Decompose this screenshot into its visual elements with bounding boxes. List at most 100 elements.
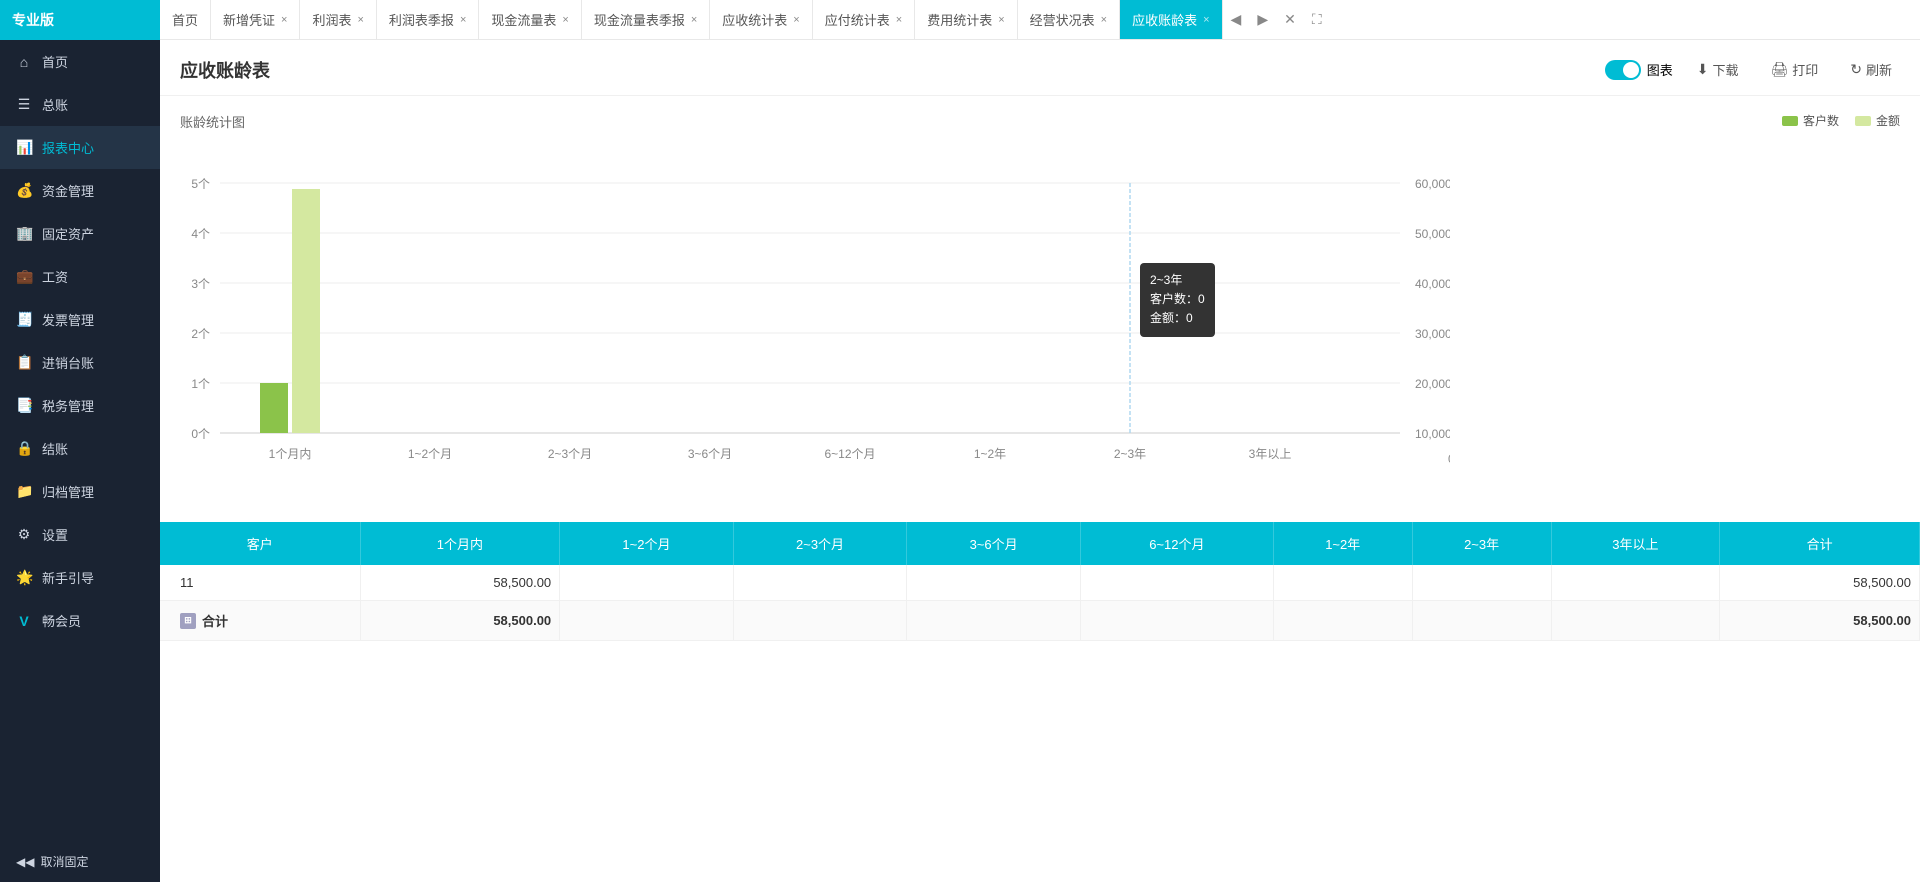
sidebar-item-settings[interactable]: ⚙ 设置 xyxy=(0,513,160,556)
tab-ar-stat[interactable]: 应收统计表 × xyxy=(710,0,812,39)
sidebar-item-payroll[interactable]: 💼 工资 xyxy=(0,255,160,298)
tab-bar: 首页 新增凭证 × 利润表 × 利润表季报 × 现金流量表 × 现金流量表季报 … xyxy=(160,0,1920,40)
sidebar-item-home[interactable]: ⌂ 首页 xyxy=(0,40,160,83)
home-icon: ⌂ xyxy=(16,54,32,70)
tab-expense-close[interactable]: × xyxy=(998,14,1004,26)
settings-icon: ⚙ xyxy=(16,526,32,543)
sidebar-label-archive: 归档管理 xyxy=(42,482,94,501)
tab-cashflow[interactable]: 现金流量表 × xyxy=(479,0,581,39)
tab-voucher[interactable]: 新增凭证 × xyxy=(211,0,300,39)
tab-ar-stat-label: 应收统计表 xyxy=(722,10,787,29)
sidebar-item-vip[interactable]: V 畅会员 xyxy=(0,599,160,642)
chart-container: 账龄统计图 客户数 金额 5个 4个 3个 2个 1个 xyxy=(160,96,1920,522)
row-m36 xyxy=(907,565,1081,601)
sidebar-item-funds[interactable]: 💰 资金管理 xyxy=(0,169,160,212)
bar-m1-amount xyxy=(292,189,320,433)
tab-cashflow-close[interactable]: × xyxy=(562,14,568,26)
legend-amount-color xyxy=(1855,116,1871,126)
table-row: 11 58,500.00 58,500.00 xyxy=(160,565,1920,601)
download-label: 下载 xyxy=(1712,60,1738,79)
total-y23 xyxy=(1412,601,1551,641)
data-table: 客户 1个月内 1~2个月 2~3个月 3~6个月 6~12个月 1~2年 2~… xyxy=(160,522,1920,641)
col-m36: 3~6个月 xyxy=(907,522,1081,565)
download-icon: ⬇ xyxy=(1697,61,1709,78)
chart-toggle-label: 图表 xyxy=(1647,60,1673,79)
chart-toggle[interactable]: 图表 xyxy=(1605,60,1673,80)
total-m23 xyxy=(733,601,907,641)
tab-ar-age[interactable]: 应收账龄表 × xyxy=(1120,0,1222,39)
toggle-thumb xyxy=(1623,62,1639,78)
chart-legend: 客户数 金额 xyxy=(1782,112,1900,129)
tab-ar-stat-close[interactable]: × xyxy=(793,14,799,26)
tab-ar-age-label: 应收账龄表 xyxy=(1132,10,1197,29)
invoice-icon: 🧾 xyxy=(16,311,32,328)
pin-toggle[interactable]: ◀◀ 取消固定 xyxy=(0,841,160,882)
tab-biz[interactable]: 经营状况表 × xyxy=(1018,0,1120,39)
tab-scroll-right[interactable]: ▶ xyxy=(1249,0,1276,39)
total-y12 xyxy=(1273,601,1412,641)
tab-ap-stat[interactable]: 应付统计表 × xyxy=(813,0,915,39)
svg-text:0个: 0个 xyxy=(191,427,210,441)
sidebar-item-purchase[interactable]: 📋 进销台账 xyxy=(0,341,160,384)
sidebar-item-closing[interactable]: 🔒 结账 xyxy=(0,427,160,470)
row-y23 xyxy=(1412,565,1551,601)
svg-text:2~3年: 2~3年 xyxy=(1114,447,1146,461)
payroll-icon: 💼 xyxy=(16,268,32,285)
col-m23: 2~3个月 xyxy=(733,522,907,565)
tab-close-all[interactable]: ✕ xyxy=(1276,0,1304,39)
sidebar-item-guide[interactable]: 🌟 新手引导 xyxy=(0,556,160,599)
sidebar-label-settings: 设置 xyxy=(42,525,68,544)
tab-fullscreen[interactable]: ⛶ xyxy=(1304,0,1330,39)
svg-text:50,000.00元: 50,000.00元 xyxy=(1415,227,1450,241)
bar-m1-customers xyxy=(260,383,288,433)
sidebar-item-archive[interactable]: 📁 归档管理 xyxy=(0,470,160,513)
tab-biz-label: 经营状况表 xyxy=(1030,10,1095,29)
tab-cashflow-q-close[interactable]: × xyxy=(691,14,697,26)
sidebar-item-tax[interactable]: 📑 税务管理 xyxy=(0,384,160,427)
table-wrapper: 客户 1个月内 1~2个月 2~3个月 3~6个月 6~12个月 1~2年 2~… xyxy=(160,522,1920,661)
legend-amount: 金额 xyxy=(1855,112,1900,129)
tab-home-label: 首页 xyxy=(172,10,198,29)
tab-scroll-left[interactable]: ◀ xyxy=(1223,0,1250,39)
content-area: 应收账龄表 图表 ⬇ 下载 🖨 打印 ↻ 刷新 xyxy=(160,40,1920,882)
row-m612 xyxy=(1080,565,1273,601)
row-m1: 58,500.00 xyxy=(360,565,560,601)
tab-cashflow-q[interactable]: 现金流量表季报 × xyxy=(582,0,710,39)
chart-svg: 5个 4个 3个 2个 1个 0个 60,000.00元 50,000.00元 … xyxy=(180,143,1450,503)
download-button[interactable]: ⬇ 下载 xyxy=(1689,56,1747,83)
refresh-button[interactable]: ↻ 刷新 xyxy=(1842,56,1900,83)
row-y3plus xyxy=(1551,565,1720,601)
sidebar-item-reports[interactable]: 📊 报表中心 xyxy=(0,126,160,169)
total-y3plus xyxy=(1551,601,1720,641)
sidebar-item-assets[interactable]: 🏢 固定资产 xyxy=(0,212,160,255)
print-button[interactable]: 🖨 打印 xyxy=(1762,56,1826,83)
svg-text:1个月内: 1个月内 xyxy=(269,447,312,461)
sidebar-item-ledger[interactable]: ☰ 总账 xyxy=(0,83,160,126)
tab-profit[interactable]: 利润表 × xyxy=(300,0,376,39)
tab-expense[interactable]: 费用统计表 × xyxy=(915,0,1017,39)
sidebar-item-invoice[interactable]: 🧾 发票管理 xyxy=(0,298,160,341)
tab-ap-stat-close[interactable]: × xyxy=(896,14,902,26)
tab-voucher-close[interactable]: × xyxy=(281,14,287,26)
tab-ar-age-close[interactable]: × xyxy=(1203,14,1209,26)
guide-icon: 🌟 xyxy=(16,569,32,586)
tab-profit-q[interactable]: 利润表季报 × xyxy=(377,0,479,39)
main-area: 首页 新增凭证 × 利润表 × 利润表季报 × 现金流量表 × 现金流量表季报 … xyxy=(160,0,1920,882)
purchase-icon: 📋 xyxy=(16,354,32,371)
tab-profit-q-close[interactable]: × xyxy=(460,14,466,26)
svg-text:3个: 3个 xyxy=(191,277,210,291)
tab-home[interactable]: 首页 xyxy=(160,0,211,39)
row-customer: 11 xyxy=(160,565,360,601)
total-row: ⊞ 合计 58,500.00 58,500.00 xyxy=(160,601,1920,641)
total-label-text: 合计 xyxy=(202,611,228,630)
tab-profit-close[interactable]: × xyxy=(357,14,363,26)
col-total: 合计 xyxy=(1720,522,1920,565)
toggle-track[interactable] xyxy=(1605,60,1641,80)
refresh-icon: ↻ xyxy=(1850,61,1862,78)
svg-text:3~6个月: 3~6个月 xyxy=(688,447,732,461)
svg-text:6~12个月: 6~12个月 xyxy=(824,447,875,461)
funds-icon: 💰 xyxy=(16,182,32,199)
col-y12: 1~2年 xyxy=(1273,522,1412,565)
tab-biz-close[interactable]: × xyxy=(1101,14,1107,26)
pin-label: 取消固定 xyxy=(40,853,88,870)
